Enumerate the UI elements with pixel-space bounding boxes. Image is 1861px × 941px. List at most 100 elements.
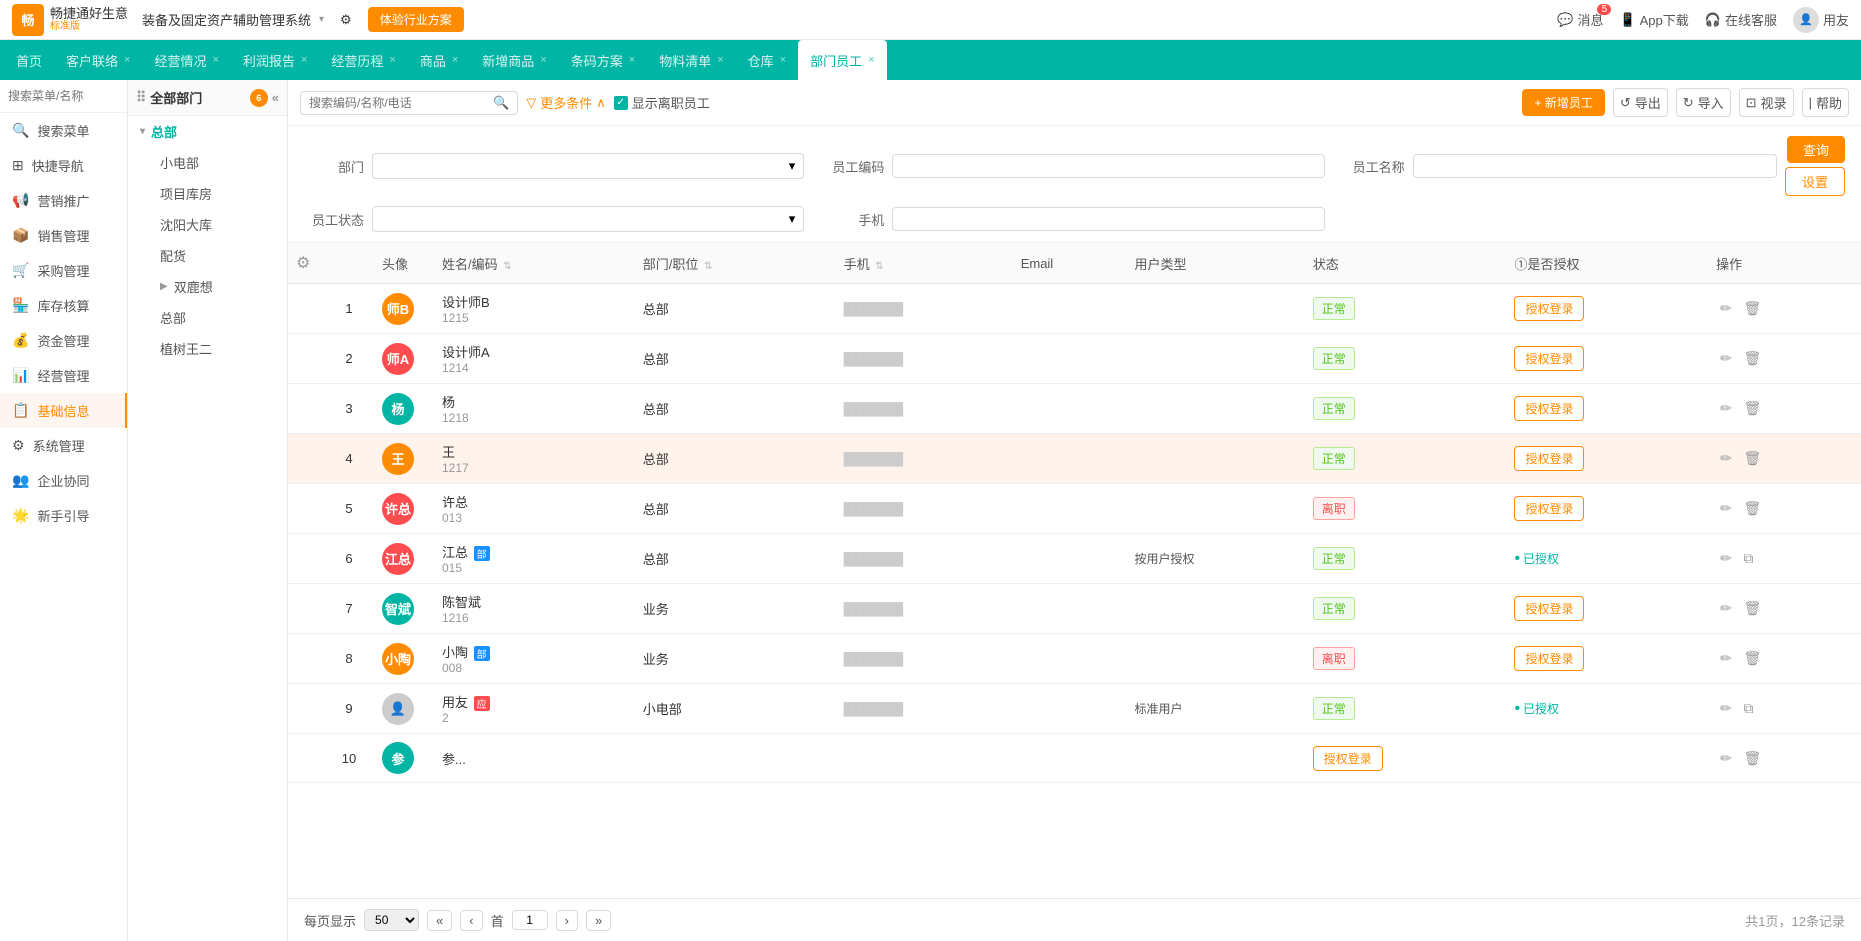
dept-node-root[interactable]: ▾ 总部 (128, 116, 287, 147)
auth-login-btn[interactable]: 授权登录 (1514, 496, 1584, 521)
sidebar-item-finance[interactable]: 💰 资金管理 (0, 323, 127, 358)
edit-icon[interactable]: ✏ (1716, 298, 1736, 319)
sidebar-item-marketing[interactable]: 📢 营销推广 (0, 183, 127, 218)
tab-home[interactable]: 首页 (4, 40, 54, 80)
dept-node-project[interactable]: 项目库房 (148, 178, 287, 209)
tab-profit[interactable]: 利润报告 × (231, 40, 319, 80)
auth-login-btn[interactable]: 授权登录 (1514, 346, 1584, 371)
edit-icon[interactable]: ✏ (1716, 648, 1736, 669)
add-employee-button[interactable]: + 新增员工 (1522, 89, 1604, 116)
tab-staff[interactable]: 部门员工 × (798, 40, 886, 80)
gear-icon[interactable]: ⚙ (340, 12, 352, 28)
sidebar-item-nav[interactable]: ⊞ 快捷导航 (0, 148, 127, 183)
copy-icon[interactable]: ⧉ (1740, 548, 1758, 569)
trial-button[interactable]: 体验行业方案 (368, 7, 464, 32)
tab-warehouse[interactable]: 仓库 × (736, 40, 798, 80)
dept-node-peihuo[interactable]: 配货 (148, 240, 287, 271)
user-area[interactable]: 👤 用友 (1793, 7, 1849, 33)
col-name[interactable]: 姓名/编码 ⇅ (434, 243, 635, 284)
auth-login-btn[interactable]: 授权登录 (1514, 446, 1584, 471)
page-number-input[interactable] (512, 910, 548, 930)
filter-status-select[interactable]: ▾ (372, 206, 804, 232)
edit-icon[interactable]: ✏ (1716, 398, 1736, 419)
delete-icon[interactable]: 🗑 (1740, 648, 1766, 669)
export-button[interactable]: ↺ 导出 (1613, 88, 1668, 117)
more-filter-btn[interactable]: ▽ 更多条件 ∧ (526, 93, 606, 112)
filter-code-input[interactable] (892, 154, 1324, 178)
auth-login-btn[interactable]: 授权登录 (1514, 396, 1584, 421)
tab-history[interactable]: 经营历程 × (319, 40, 407, 80)
edit-icon[interactable]: ✏ (1716, 348, 1736, 369)
close-icon[interactable]: × (124, 54, 130, 66)
close-icon[interactable]: × (717, 54, 723, 66)
col-gear[interactable]: ⚙ (288, 243, 324, 284)
import-button[interactable]: ↻ 导入 (1676, 88, 1731, 117)
per-page-select[interactable]: 50 20 100 (364, 909, 419, 931)
next-page-button[interactable]: › (556, 910, 578, 931)
show-resigned-checkbox[interactable]: ✓ (614, 96, 628, 110)
dept-node-shuanglu[interactable]: ▶ 双鹿想 (148, 271, 287, 302)
sidebar-item-search[interactable]: 🔍 搜索菜单 (0, 113, 127, 148)
close-icon[interactable]: × (540, 54, 546, 66)
delete-icon[interactable]: 🗑 (1740, 498, 1766, 519)
close-icon[interactable]: × (452, 54, 458, 66)
close-icon[interactable]: × (389, 54, 395, 66)
auth-login-btn[interactable]: 授权登录 (1514, 596, 1584, 621)
col-phone[interactable]: 手机 ⇅ (836, 243, 1013, 284)
sidebar-item-inventory[interactable]: 🏪 库存核算 (0, 288, 127, 323)
delete-icon[interactable]: 🗑 (1740, 298, 1766, 319)
close-icon[interactable]: × (629, 54, 635, 66)
message-icon-area[interactable]: 💬 消息 5 (1557, 10, 1603, 29)
filter-dept-select[interactable]: ▾ (372, 153, 804, 179)
tab-customer[interactable]: 客户联络 × (54, 40, 142, 80)
sidebar-item-purchase[interactable]: 🛒 采购管理 (0, 253, 127, 288)
tab-goods[interactable]: 商品 × (408, 40, 470, 80)
online-service-area[interactable]: 🎧 在线客服 (1705, 10, 1777, 29)
sidebar-item-business[interactable]: 📊 经营管理 (0, 358, 127, 393)
search-button[interactable]: 查询 (1787, 136, 1845, 163)
tab-bom[interactable]: 物料清单 × (647, 40, 735, 80)
help-button[interactable]: | 帮助 (1802, 88, 1849, 117)
edit-icon[interactable]: ✏ (1716, 698, 1736, 719)
delete-icon[interactable]: 🗑 (1740, 348, 1766, 369)
col-dept[interactable]: 部门/职位 ⇅ (635, 243, 836, 284)
system-title-arrow[interactable]: ▾ (319, 14, 324, 25)
close-icon[interactable]: × (780, 54, 786, 66)
first-page-button[interactable]: « (427, 910, 452, 931)
auth-login-btn[interactable]: 授权登录 (1514, 646, 1584, 671)
dept-node-zongbu[interactable]: 总部 (148, 302, 287, 333)
copy-icon[interactable]: ⧉ (1740, 698, 1758, 719)
tab-barcode[interactable]: 条码方案 × (559, 40, 647, 80)
edit-icon[interactable]: ✏ (1716, 548, 1736, 569)
filter-phone-input[interactable] (892, 207, 1324, 231)
sidebar-item-basic[interactable]: 📋 基础信息 (0, 393, 127, 428)
close-icon[interactable]: × (868, 54, 874, 66)
filter-name-input[interactable] (1413, 154, 1777, 178)
auth-login-btn[interactable]: 授权登录 (1313, 746, 1383, 771)
search-input[interactable] (8, 89, 128, 103)
sidebar-item-system[interactable]: ⚙ 系统管理 (0, 428, 127, 463)
dept-node-xiaodibu[interactable]: 小电部 (148, 147, 287, 178)
delete-icon[interactable]: 🗑 (1740, 748, 1766, 769)
edit-icon[interactable]: ✏ (1716, 748, 1736, 769)
show-resigned-wrap[interactable]: ✓ 显示离职员工 (614, 93, 710, 112)
collapse-icon[interactable]: « (272, 90, 279, 105)
tab-operation[interactable]: 经营情况 × (142, 40, 230, 80)
close-icon[interactable]: × (212, 54, 218, 66)
auth-login-btn[interactable]: 授权登录 (1514, 296, 1584, 321)
sidebar-item-guide[interactable]: 🌟 新手引导 (0, 498, 127, 533)
delete-icon[interactable]: 🗑 (1740, 448, 1766, 469)
edit-icon[interactable]: ✏ (1716, 598, 1736, 619)
sidebar-item-sales[interactable]: 📦 销售管理 (0, 218, 127, 253)
edit-icon[interactable]: ✏ (1716, 448, 1736, 469)
tab-new-goods[interactable]: 新增商品 × (470, 40, 558, 80)
dept-node-shenyang[interactable]: 沈阳大库 (148, 209, 287, 240)
sidebar-item-collab[interactable]: 👥 企业协同 (0, 463, 127, 498)
app-download-area[interactable]: 📱 App下载 (1619, 10, 1688, 29)
employee-search-input[interactable] (309, 96, 489, 110)
delete-icon[interactable]: 🗑 (1740, 398, 1766, 419)
prev-page-button[interactable]: ‹ (460, 910, 482, 931)
last-page-button[interactable]: » (586, 910, 611, 931)
delete-icon[interactable]: 🗑 (1740, 598, 1766, 619)
view-button[interactable]: ⊡ 视录 (1739, 88, 1794, 117)
